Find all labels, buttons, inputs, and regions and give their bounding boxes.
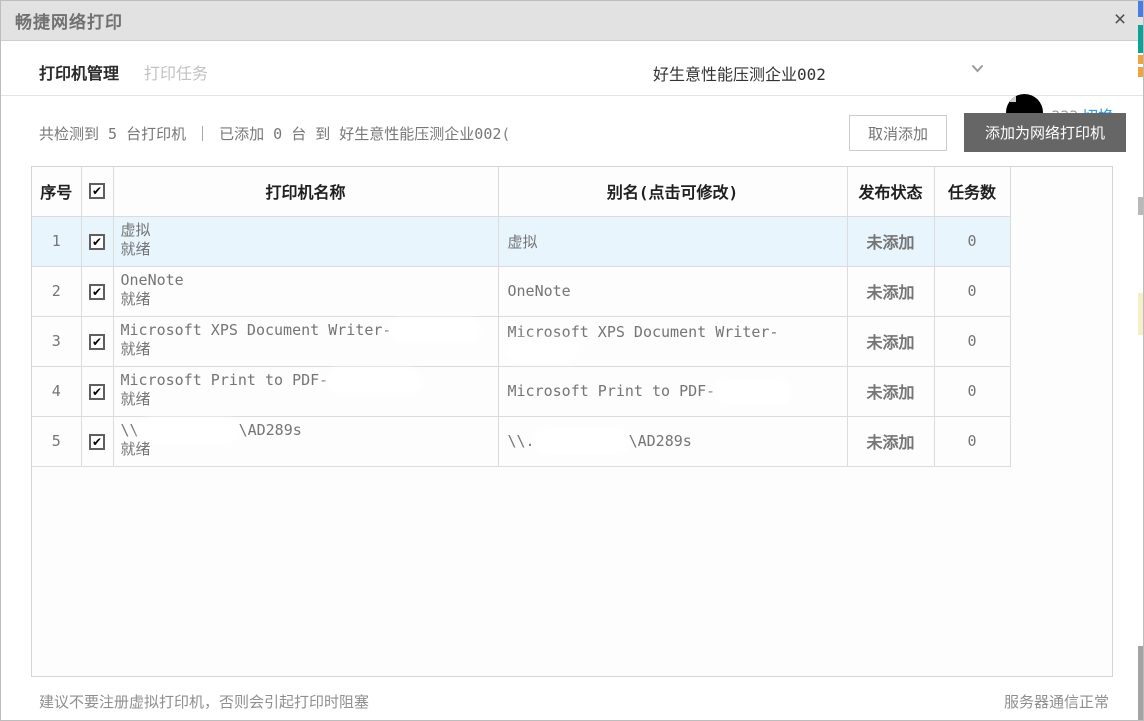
row-index: 5 (32, 416, 82, 467)
row-checkbox[interactable]: ✔ (89, 383, 105, 400)
redacted-text (393, 321, 478, 339)
printer-alias-cell[interactable]: Microsoft Print to PDF- (498, 366, 848, 417)
row-checkbox-cell: ✔ (81, 216, 114, 267)
header-select-all: ✔ (81, 167, 114, 217)
app-window: 畅捷网络打印 × 打印机管理 打印任务 好生意性能压测企业002 aaa 切换 … (0, 0, 1144, 721)
chevron-down-icon[interactable] (971, 62, 984, 80)
printer-alias-cell[interactable]: \\. \AD289s (498, 416, 848, 467)
task-count: 0 (934, 316, 1011, 367)
row-checkbox-cell: ✔ (81, 416, 114, 467)
redacted-text (330, 371, 419, 389)
window-title: 畅捷网络打印 (15, 13, 123, 32)
header-alias: 别名(点击可修改) (498, 167, 848, 217)
printer-name: Microsoft XPS Document Writer- (121, 321, 494, 340)
avatar-notch (1010, 96, 1016, 102)
row-checkbox-cell: ✔ (81, 316, 114, 367)
printer-name: OneNote (120, 270, 184, 289)
printer-row: 4 ✔ Microsoft Print to PDF- 就绪 Microsoft Pri… (32, 366, 1011, 417)
background-window-edge (1138, 1, 1143, 720)
printer-alias-cell[interactable]: 虚拟 (498, 216, 848, 267)
printer-name: \\ \AD289s (120, 420, 302, 439)
row-checkbox[interactable]: ✔ (89, 233, 105, 250)
publish-status: 未添加 (847, 416, 935, 467)
publish-status: 未添加 (847, 366, 935, 417)
redacted-text (536, 433, 627, 450)
printer-table-container: 序号 ✔ 打印机名称 别名(点击可修改) 发布状态 任务数 1 ✔ 虚拟 就绪 虚拟 未添… (31, 166, 1113, 677)
tab-printer-management[interactable]: 打印机管理 (39, 60, 119, 84)
header-index: 序号 (32, 167, 82, 217)
nav-bar: 打印机管理 打印任务 好生意性能压测企业002 aaa 切换 (1, 42, 1143, 131)
tab-print-tasks[interactable]: 打印任务 (144, 60, 208, 84)
printer-name-cell: 虚拟 就绪 (113, 216, 499, 267)
titlebar: 畅捷网络打印 (1, 1, 1143, 41)
printer-state: 就绪 (120, 289, 151, 308)
publish-status: 未添加 (847, 316, 935, 367)
cancel-add-button[interactable]: 取消添加 (849, 115, 947, 151)
row-index: 2 (32, 266, 82, 317)
close-icon: × (1113, 8, 1127, 31)
printer-state: 就绪 (120, 239, 151, 258)
printer-name-cell: Microsoft XPS Document Writer- 就绪 (113, 316, 499, 367)
redacted-text (509, 342, 576, 359)
row-checkbox[interactable]: ✔ (89, 433, 105, 450)
printer-name-cell: \\ \AD289s 就绪 (113, 416, 499, 467)
footer-tip: 建议不要注册虚拟打印机，否则会引起打印时阻塞 (39, 694, 370, 711)
row-index: 1 (32, 216, 82, 267)
redacted-text (717, 383, 790, 400)
redacted-text (140, 421, 237, 439)
printer-row: 3 ✔ Microsoft XPS Document Writer- 就绪 Micros… (32, 316, 1011, 367)
printer-state: 就绪 (120, 389, 151, 408)
printer-row: 5 ✔ \\ \AD289s 就绪 \\. \AD289s 未添加 0 (32, 416, 1011, 467)
printer-table: 序号 ✔ 打印机名称 别名(点击可修改) 发布状态 任务数 1 ✔ 虚拟 就绪 虚拟 未添… (32, 167, 1011, 467)
printer-table-body: 1 ✔ 虚拟 就绪 虚拟 未添加 0 2 ✔ OneNote 就绪 OneNote 未添加 0 3 ✔ Micr… (32, 216, 1011, 467)
printer-alias-cell[interactable]: Microsoft XPS Document Writer- (498, 316, 848, 367)
server-status: 服务器通信正常 (1003, 694, 1109, 711)
table-header-row: 序号 ✔ 打印机名称 别名(点击可修改) 发布状态 任务数 (32, 167, 1011, 217)
row-index: 3 (32, 316, 82, 367)
select-all-checkbox[interactable]: ✔ (89, 183, 105, 200)
printer-state: 就绪 (120, 339, 151, 358)
row-checkbox[interactable]: ✔ (89, 333, 105, 350)
printer-name: 虚拟 (120, 220, 151, 239)
printer-name-cell: Microsoft Print to PDF- 就绪 (113, 366, 499, 417)
task-count: 0 (934, 366, 1011, 417)
printer-row: 1 ✔ 虚拟 就绪 虚拟 未添加 0 (32, 216, 1011, 267)
add-network-printer-button[interactable]: 添加为网络打印机 (964, 113, 1126, 152)
printer-alias-cell[interactable]: OneNote (498, 266, 848, 317)
header-publish-status: 发布状态 (847, 167, 935, 217)
header-printer-name: 打印机名称 (113, 167, 499, 217)
printer-name-cell: OneNote 就绪 (113, 266, 499, 317)
printer-row: 2 ✔ OneNote 就绪 OneNote 未添加 0 (32, 266, 1011, 317)
publish-status: 未添加 (847, 216, 935, 267)
company-selector[interactable]: 好生意性能压测企业002 (653, 61, 826, 85)
printer-state: 就绪 (120, 439, 151, 458)
row-checkbox-cell: ✔ (81, 266, 114, 317)
detection-status-text: 共检测到 5 台打印机 ｜ 已添加 0 台 到 好生意性能压测企业002( (39, 125, 511, 143)
close-button[interactable]: × (1105, 5, 1135, 35)
header-task-count: 任务数 (934, 167, 1011, 217)
row-checkbox[interactable]: ✔ (89, 283, 105, 300)
task-count: 0 (934, 266, 1011, 317)
row-index: 4 (32, 366, 82, 417)
redacted-text (512, 125, 631, 142)
task-count: 0 (934, 216, 1011, 267)
row-checkbox-cell: ✔ (81, 366, 114, 417)
detection-status: 共检测到 5 台打印机 ｜ 已添加 0 台 到 好生意性能压测企业002( (39, 123, 632, 144)
task-count: 0 (934, 416, 1011, 467)
printer-name: Microsoft Print to PDF- (121, 371, 494, 390)
publish-status: 未添加 (847, 266, 935, 317)
